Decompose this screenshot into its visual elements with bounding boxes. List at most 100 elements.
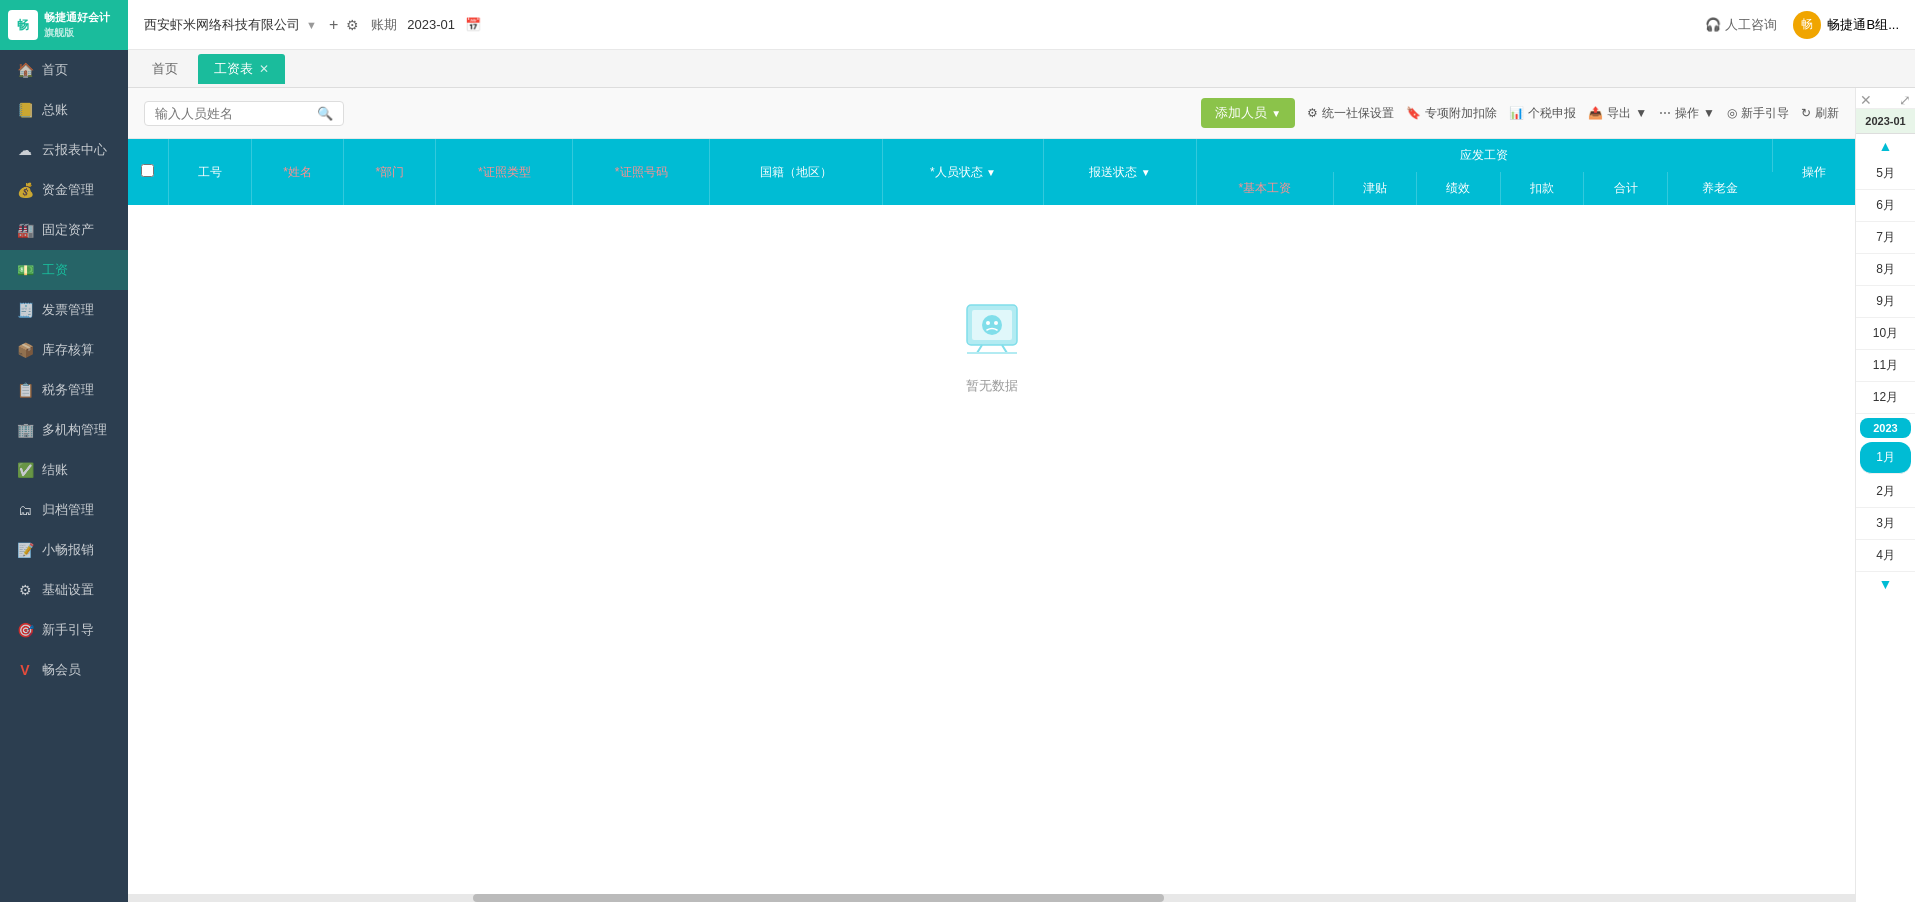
headset-icon: 🎧 xyxy=(1705,17,1721,32)
sidebar-item-home[interactable]: 🏠 首页 xyxy=(0,50,128,90)
right-date-panel: ✕ ⤢ 2023-01 ▲ 5月 6月 7月 8月 xyxy=(1855,88,1915,902)
table-container: 工号 *姓名 *部门 *证照类型 *证照号码 国籍（地区） *人员状态 ▼ 报送… xyxy=(128,139,1855,894)
empty-state-text: 暂无数据 xyxy=(966,377,1018,395)
special-deduction-icon: 🔖 xyxy=(1406,106,1421,120)
sidebar-item-member[interactable]: V 畅会员 xyxy=(0,650,128,690)
topbar-period: 账期 2023-01 📅 xyxy=(371,16,481,34)
month-item-2023-04[interactable]: 4月 xyxy=(1856,540,1915,572)
logo-icon: 畅 xyxy=(8,10,38,40)
tab-home[interactable]: 首页 xyxy=(136,54,194,84)
fund-icon: 💰 xyxy=(16,182,34,198)
th-dept: *部门 xyxy=(344,139,436,205)
personal-tax-icon: 📊 xyxy=(1509,106,1524,120)
sidebar-item-settings[interactable]: ⚙ 基础设置 xyxy=(0,570,128,610)
sidebar-item-cloud-report[interactable]: ☁ 云报表中心 xyxy=(0,130,128,170)
month-item-2022-10[interactable]: 10月 xyxy=(1856,318,1915,350)
sidebar-item-checkout[interactable]: ✅ 结账 xyxy=(0,450,128,490)
sidebar-item-invoice[interactable]: 🧾 发票管理 xyxy=(0,290,128,330)
sidebar-item-fixed-asset[interactable]: 🏭 固定资产 xyxy=(0,210,128,250)
export-arrow-icon: ▼ xyxy=(1635,106,1647,120)
empty-state-icon xyxy=(952,285,1032,365)
ops-arrow-icon: ▼ xyxy=(1703,106,1715,120)
period-value[interactable]: 2023-01 xyxy=(407,17,455,32)
panel-close-icon[interactable]: ✕ xyxy=(1860,92,1872,108)
sidebar-item-label: 固定资产 xyxy=(42,221,94,239)
date-nav-up[interactable]: ▲ xyxy=(1856,134,1915,158)
expense-icon: 📝 xyxy=(16,542,34,558)
month-item-2022-12[interactable]: 12月 xyxy=(1856,382,1915,414)
sidebar-item-multi-org[interactable]: 🏢 多机构管理 xyxy=(0,410,128,450)
payroll-table: 工号 *姓名 *部门 *证照类型 *证照号码 国籍（地区） *人员状态 ▼ 报送… xyxy=(128,139,1855,475)
sidebar-item-fund[interactable]: 💰 资金管理 xyxy=(0,170,128,210)
special-deduction-link[interactable]: 🔖 专项附加扣除 xyxy=(1406,105,1497,122)
topbar-right: 🎧 人工咨询 畅 畅捷通B组... xyxy=(1705,11,1899,39)
month-item-2022-09[interactable]: 9月 xyxy=(1856,286,1915,318)
horizontal-scrollbar[interactable] xyxy=(128,894,1855,902)
month-item-2022-11[interactable]: 11月 xyxy=(1856,350,1915,382)
logo-text: 畅捷通好会计 xyxy=(44,10,110,24)
company-selector[interactable]: 西安虾米网络科技有限公司 ▼ xyxy=(144,16,317,34)
user-info[interactable]: 畅 畅捷通B组... xyxy=(1793,11,1899,39)
month-item-2022-08[interactable]: 8月 xyxy=(1856,254,1915,286)
toolbar-actions: 添加人员 ▼ ⚙ 统一社保设置 🔖 专项附加扣除 📊 个税申报 xyxy=(1201,98,1839,128)
tab-payroll-label: 工资表 xyxy=(214,60,253,78)
scrollbar-thumb[interactable] xyxy=(473,894,1164,902)
month-item-2023-01[interactable]: 1月 xyxy=(1860,442,1911,474)
th-pension: 养老金 xyxy=(1667,172,1772,205)
tab-payroll-table[interactable]: 工资表 ✕ xyxy=(198,54,285,84)
sidebar-item-inventory[interactable]: 📦 库存核算 xyxy=(0,330,128,370)
fixed-asset-icon: 🏭 xyxy=(16,222,34,238)
sidebar-item-label: 总账 xyxy=(42,101,68,119)
select-all-checkbox[interactable] xyxy=(141,164,154,177)
sidebar-item-expense[interactable]: 📝 小畅报销 xyxy=(0,530,128,570)
empty-state: 暂无数据 xyxy=(128,205,1855,475)
month-item-2022-07[interactable]: 7月 xyxy=(1856,222,1915,254)
operations-link[interactable]: ⋯ 操作 ▼ xyxy=(1659,105,1715,122)
th-person-status[interactable]: *人员状态 ▼ xyxy=(882,139,1043,205)
add-icon[interactable]: + xyxy=(329,16,338,34)
home-icon: 🏠 xyxy=(16,62,34,78)
sidebar-item-label: 结账 xyxy=(42,461,68,479)
settings-gear-icon[interactable]: ⚙ xyxy=(346,17,359,33)
sidebar-item-label: 多机构管理 xyxy=(42,421,107,439)
sidebar-nav: 🏠 首页 📒 总账 ☁ 云报表中心 💰 资金管理 🏭 固定资产 💵 工资 🧾 发… xyxy=(0,50,128,902)
personal-tax-link[interactable]: 📊 个税申报 xyxy=(1509,105,1576,122)
guide-link[interactable]: ◎ 新手引导 xyxy=(1727,105,1789,122)
guide-icon: 🎯 xyxy=(16,622,34,638)
service-button[interactable]: 🎧 人工咨询 xyxy=(1705,16,1777,34)
add-person-button[interactable]: 添加人员 ▼ xyxy=(1201,98,1295,128)
calendar-icon[interactable]: 📅 xyxy=(465,17,481,32)
sidebar-item-tax[interactable]: 📋 税务管理 xyxy=(0,370,128,410)
date-nav-down[interactable]: ▼ xyxy=(1856,572,1915,596)
sidebar-item-label: 发票管理 xyxy=(42,301,94,319)
date-panel-scroll: ▲ 5月 6月 7月 8月 9月 10月 xyxy=(1856,134,1915,902)
refresh-link[interactable]: ↻ 刷新 xyxy=(1801,105,1839,122)
tab-home-label: 首页 xyxy=(152,60,178,78)
panel-expand-icon[interactable]: ⤢ xyxy=(1899,92,1911,108)
chevron-down-icon: ▼ xyxy=(306,19,317,31)
settings-icon: ⚙ xyxy=(16,582,34,598)
user-name: 畅捷通B组... xyxy=(1827,16,1899,34)
sidebar-item-guide[interactable]: 🎯 新手引导 xyxy=(0,610,128,650)
month-item-2022-06[interactable]: 6月 xyxy=(1856,190,1915,222)
sidebar-item-archive[interactable]: 🗂 归档管理 xyxy=(0,490,128,530)
inventory-icon: 📦 xyxy=(16,342,34,358)
sidebar-logo: 畅 畅捷通好会计 旗舰版 xyxy=(0,0,128,50)
svg-point-3 xyxy=(986,321,990,325)
sidebar-item-label: 库存核算 xyxy=(42,341,94,359)
tax-icon: 📋 xyxy=(16,382,34,398)
social-insurance-link[interactable]: ⚙ 统一社保设置 xyxy=(1307,105,1394,122)
dropdown-arrow-icon: ▼ xyxy=(1271,108,1281,119)
sidebar-item-label: 基础设置 xyxy=(42,581,94,599)
multi-org-icon: 🏢 xyxy=(16,422,34,438)
month-item-2022-05[interactable]: 5月 xyxy=(1856,158,1915,190)
export-link[interactable]: 📤 导出 ▼ xyxy=(1588,105,1647,122)
tab-close-icon[interactable]: ✕ xyxy=(259,62,269,76)
sidebar-item-payroll[interactable]: 💵 工资 xyxy=(0,250,128,290)
month-item-2023-03[interactable]: 3月 xyxy=(1856,508,1915,540)
search-input[interactable] xyxy=(155,106,311,121)
th-submit-status[interactable]: 报送状态 ▼ xyxy=(1044,139,1197,205)
month-item-2023-02[interactable]: 2月 xyxy=(1856,476,1915,508)
th-allowance: 津贴 xyxy=(1333,172,1417,205)
sidebar-item-ledger[interactable]: 📒 总账 xyxy=(0,90,128,130)
